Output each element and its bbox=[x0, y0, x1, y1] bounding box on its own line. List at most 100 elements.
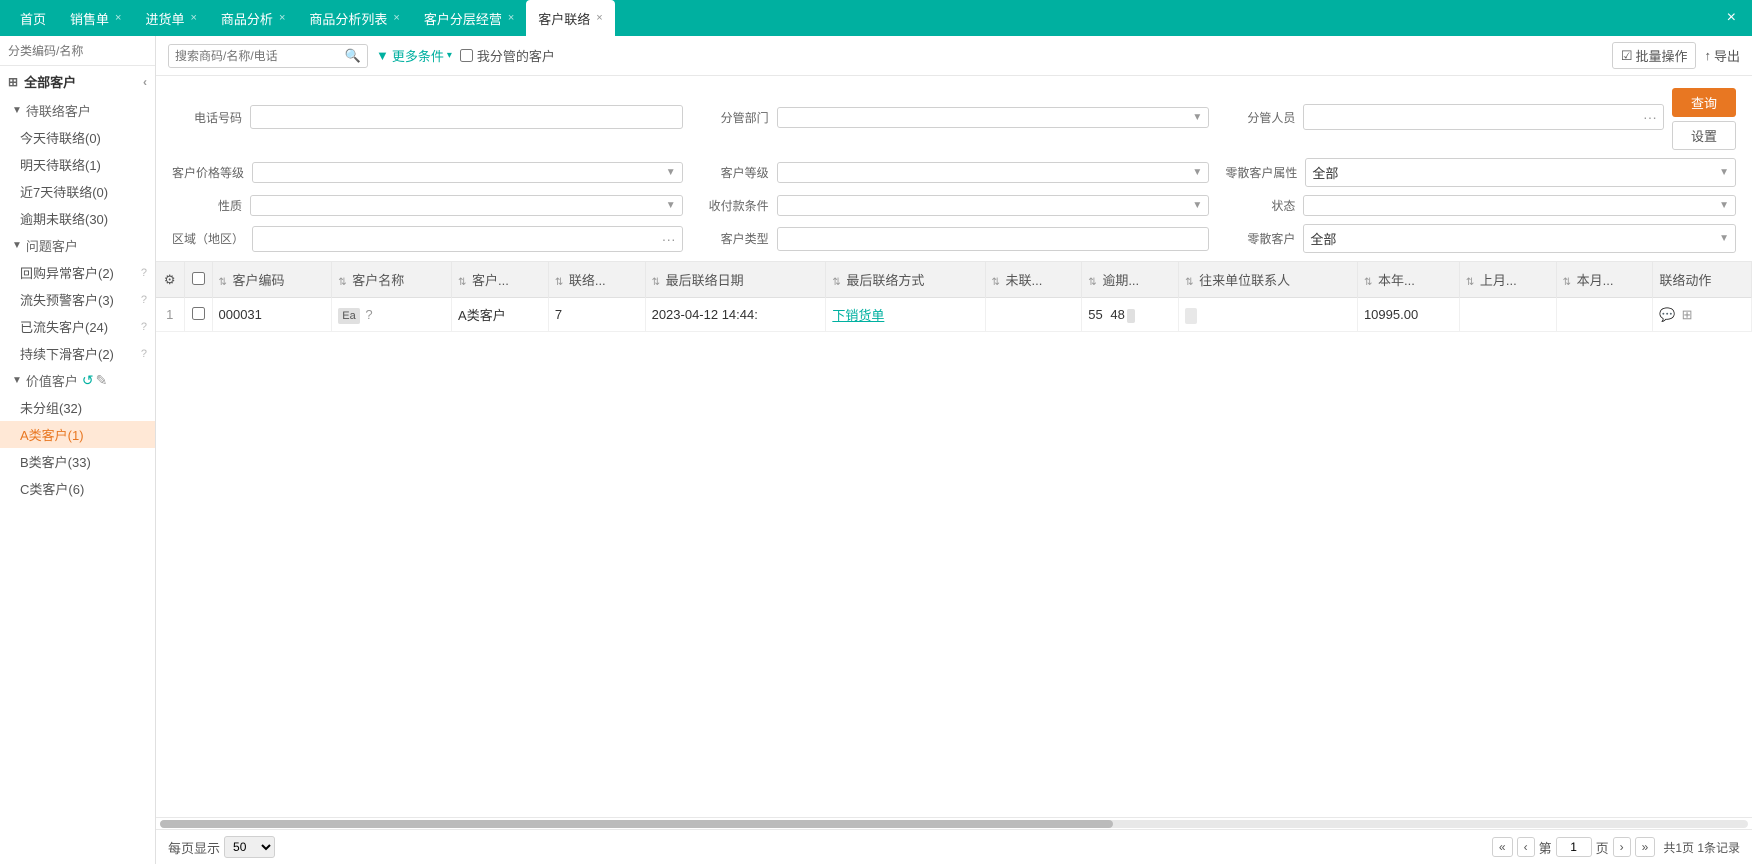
sidebar-item-7days-pending[interactable]: 近7天待联络(0) bbox=[0, 178, 155, 205]
nav-sales[interactable]: 销售单 × bbox=[58, 0, 133, 36]
export-button[interactable]: ↑ 导出 bbox=[1704, 46, 1740, 65]
search-input[interactable] bbox=[175, 49, 345, 63]
row-name: Ea ? bbox=[332, 298, 452, 332]
sidebar-item-declining[interactable]: 持续下滑客户(2) ? bbox=[0, 340, 155, 367]
row-action-icons: 💬 ⊞ bbox=[1659, 307, 1745, 323]
sidebar-group-problem[interactable]: ▼ 问题客户 bbox=[0, 232, 155, 259]
manager-dots[interactable]: ··· bbox=[1643, 109, 1657, 125]
sidebar-item-churn-warning[interactable]: 流失预警客户(3) ? bbox=[0, 286, 155, 313]
nav-home[interactable]: 首页 bbox=[8, 0, 58, 36]
close-customer-contact-tab[interactable]: × bbox=[596, 12, 602, 24]
settings-button[interactable]: 设置 bbox=[1672, 121, 1736, 150]
sidebar-item-unclassified[interactable]: 未分组(32) bbox=[0, 394, 155, 421]
scatter-customer-select[interactable]: 全部 ▼ bbox=[1303, 224, 1736, 253]
customer-grade-select[interactable]: ▼ bbox=[777, 162, 1210, 183]
nav-product-analysis[interactable]: 商品分析 × bbox=[209, 0, 297, 36]
row-index: 1 bbox=[156, 298, 184, 332]
sidebar-search-input[interactable] bbox=[8, 44, 156, 58]
nature-select[interactable]: ▼ bbox=[250, 195, 683, 216]
sidebar-item-tomorrow-pending[interactable]: 明天待联络(1) bbox=[0, 151, 155, 178]
next-page-btn[interactable]: › bbox=[1613, 837, 1631, 857]
price-grade-select[interactable]: ▼ bbox=[252, 162, 683, 183]
col-overdue: ⇅ 逾期... bbox=[1082, 262, 1179, 298]
sidebar-group-value[interactable]: ▼ 价值客户 ↺ ✎ bbox=[0, 367, 155, 394]
col-icon-date: ⇅ bbox=[652, 277, 660, 288]
col-settings: ⚙ bbox=[156, 262, 184, 298]
col-icon-name: ⇅ bbox=[338, 277, 346, 288]
nav-customer-segment[interactable]: 客户分层经营 × bbox=[412, 0, 526, 36]
manager-input[interactable]: ··· bbox=[1303, 104, 1664, 130]
settings-gear-icon[interactable]: ⚙ bbox=[164, 272, 176, 287]
nav-product-list[interactable]: 商品分析列表 × bbox=[297, 0, 411, 36]
row-contact-count: 7 bbox=[548, 298, 645, 332]
scatter-customer-label: 零散客户 bbox=[1225, 230, 1295, 247]
per-page-selector: 每页显示 50 100 200 bbox=[168, 836, 275, 858]
col-icon-type: ⇅ bbox=[458, 277, 466, 288]
sidebar-item-today-pending[interactable]: 今天待联络(0) bbox=[0, 124, 155, 151]
col-icon-person: ⇅ bbox=[1185, 277, 1193, 288]
nav-customer-contact[interactable]: 客户联络 × bbox=[526, 0, 614, 36]
region-dots[interactable]: ··· bbox=[662, 231, 676, 247]
filter-row-status: 状态 ▼ bbox=[1225, 195, 1736, 216]
col-contact-count: ⇅ 联络... bbox=[548, 262, 645, 298]
top-nav: 首页 销售单 × 进货单 × 商品分析 × 商品分析列表 × 客户分层经营 × … bbox=[0, 0, 1752, 36]
col-uncontacted: ⇅ 未联... bbox=[985, 262, 1082, 298]
search-icon[interactable]: 🔍 bbox=[345, 48, 361, 64]
sidebar-group-pending[interactable]: ▼ 待联络客户 bbox=[0, 97, 155, 124]
status-select[interactable]: ▼ bbox=[1303, 195, 1736, 216]
status-label: 状态 bbox=[1225, 197, 1295, 214]
filter-row-payment: 收付款条件 ▼ bbox=[699, 195, 1210, 216]
filter-row-manager: 分管人员 ··· 查询 设置 bbox=[1225, 84, 1736, 150]
sidebar-item-a-class[interactable]: A类客户(1) bbox=[0, 421, 155, 448]
phone-input[interactable] bbox=[250, 105, 683, 129]
my-customers-checkbox[interactable]: 我分管的客户 bbox=[460, 46, 555, 65]
contact-method-link[interactable]: 下销货单 bbox=[832, 308, 884, 323]
close-customer-segment-tab[interactable]: × bbox=[508, 12, 514, 24]
row-code: 000031 bbox=[212, 298, 332, 332]
payment-select[interactable]: ▼ bbox=[777, 195, 1210, 216]
prev-page-btn[interactable]: ‹ bbox=[1517, 837, 1535, 857]
close-all-tabs[interactable]: × bbox=[1719, 9, 1744, 27]
content-area: 🔍 ▼ 更多条件 ▾ 我分管的客户 ☑ 批量操作 ↑ 导出 bbox=[156, 36, 1752, 864]
close-product-list-tab[interactable]: × bbox=[393, 12, 399, 24]
nature-chevron: ▼ bbox=[666, 200, 676, 211]
dept-select[interactable]: ▼ bbox=[777, 107, 1210, 128]
sidebar-item-overdue-contact[interactable]: 逾期未联络(30) bbox=[0, 205, 155, 232]
sidebar-item-c-class[interactable]: C类客户(6) bbox=[0, 475, 155, 502]
nav-purchase[interactable]: 进货单 × bbox=[133, 0, 208, 36]
refresh-icon[interactable]: ↺ bbox=[82, 372, 94, 389]
customer-type-input[interactable] bbox=[777, 227, 1210, 251]
edit-group-icon[interactable]: ✎ bbox=[96, 372, 108, 389]
scrollbar-thumb[interactable] bbox=[160, 820, 1113, 828]
export-icon: ↑ bbox=[1704, 48, 1711, 63]
scatter-attr-select[interactable]: 全部 ▼ bbox=[1305, 158, 1736, 187]
chat-icon[interactable]: 💬 bbox=[1659, 307, 1675, 323]
region-label: 区域（地区） bbox=[172, 230, 244, 247]
region-select[interactable]: ··· bbox=[252, 226, 683, 252]
row-checkbox[interactable] bbox=[192, 307, 205, 320]
query-button[interactable]: 查询 bbox=[1672, 88, 1736, 117]
select-all-checkbox[interactable] bbox=[192, 272, 205, 285]
first-page-btn[interactable]: « bbox=[1492, 837, 1513, 857]
advanced-filter-panel: 电话号码 分管部门 ▼ 分管人员 ··· 查询 设置 bbox=[156, 76, 1752, 262]
sidebar-item-churned[interactable]: 已流失客户(24) ? bbox=[0, 313, 155, 340]
col-actions: 联络动作 bbox=[1653, 262, 1752, 298]
sidebar-item-repurchase-abnormal[interactable]: 回购异常客户(2) ? bbox=[0, 259, 155, 286]
filter-row-phone: 电话号码 bbox=[172, 84, 683, 150]
col-name: ⇅ 客户名称 bbox=[332, 262, 452, 298]
horizontal-scrollbar[interactable] bbox=[156, 817, 1752, 829]
close-purchase-tab[interactable]: × bbox=[190, 12, 196, 24]
sidebar-item-b-class[interactable]: B类客户(33) bbox=[0, 448, 155, 475]
page-number-input[interactable] bbox=[1556, 837, 1592, 857]
batch-op-button[interactable]: ☑ 批量操作 bbox=[1612, 42, 1697, 69]
close-sales-tab[interactable]: × bbox=[115, 12, 121, 24]
close-product-analysis-tab[interactable]: × bbox=[279, 12, 285, 24]
sidebar-collapse-btn[interactable]: ‹ bbox=[143, 75, 147, 89]
qr-icon[interactable]: ⊞ bbox=[1682, 307, 1693, 323]
last-page-btn[interactable]: » bbox=[1635, 837, 1656, 857]
my-customers-check[interactable] bbox=[460, 49, 473, 62]
more-filters-btn[interactable]: ▼ 更多条件 ▾ bbox=[376, 46, 452, 65]
per-page-select[interactable]: 50 100 200 bbox=[224, 836, 275, 858]
col-this-year: ⇅ 本年... bbox=[1357, 262, 1459, 298]
filter-toolbar: 🔍 ▼ 更多条件 ▾ 我分管的客户 ☑ 批量操作 ↑ 导出 bbox=[156, 36, 1752, 76]
